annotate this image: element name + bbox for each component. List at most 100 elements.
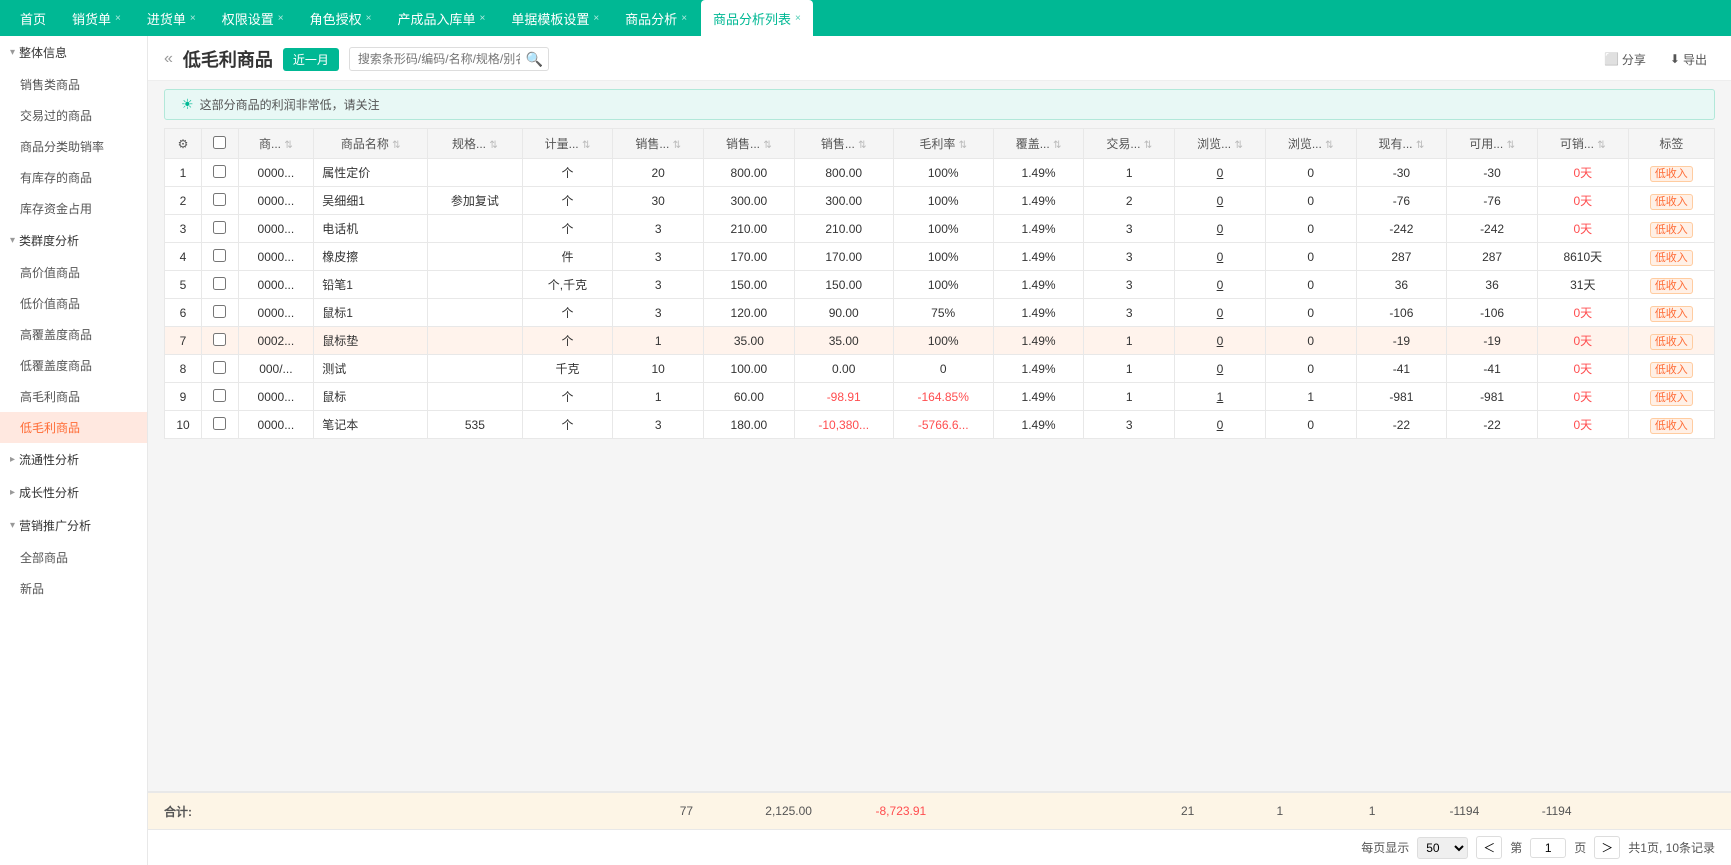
row-checkbox-cell[interactable] bbox=[202, 411, 238, 439]
sidebar-group-liquidity[interactable]: ▸ 流通性分析 bbox=[0, 443, 147, 476]
nav-role-auth-close[interactable]: × bbox=[366, 13, 372, 24]
sidebar-item-low-coverage[interactable]: 低覆盖度商品 bbox=[0, 350, 147, 381]
nav-template-settings-close[interactable]: × bbox=[593, 13, 599, 24]
sidebar-collapse-btn[interactable]: « bbox=[164, 50, 173, 68]
row-checkbox[interactable] bbox=[213, 389, 226, 402]
row-name[interactable]: 橡皮擦 bbox=[314, 243, 428, 271]
row-view1[interactable]: 1 bbox=[1175, 383, 1266, 411]
view1-link[interactable]: 0 bbox=[1217, 250, 1224, 264]
row-name[interactable]: 属性定价 bbox=[314, 159, 428, 187]
row-checkbox-cell[interactable] bbox=[202, 243, 238, 271]
view1-link[interactable]: 0 bbox=[1217, 306, 1224, 320]
row-checkbox-cell[interactable] bbox=[202, 159, 238, 187]
sidebar-item-low-margin[interactable]: 低毛利商品 bbox=[0, 412, 147, 443]
row-checkbox-cell[interactable] bbox=[202, 383, 238, 411]
col-transaction[interactable]: 交易... ⇅ bbox=[1084, 129, 1175, 159]
row-checkbox[interactable] bbox=[213, 221, 226, 234]
row-checkbox-cell[interactable] bbox=[202, 271, 238, 299]
sidebar-item-stock-fund[interactable]: 库存资金占用 bbox=[0, 193, 147, 224]
row-name[interactable]: 鼠标垫 bbox=[314, 327, 428, 355]
row-checkbox[interactable] bbox=[213, 249, 226, 262]
view1-link[interactable]: 0 bbox=[1217, 418, 1224, 432]
row-checkbox[interactable] bbox=[213, 165, 226, 178]
export-button[interactable]: ⬇ 导出 bbox=[1662, 47, 1715, 72]
sidebar-item-low-value[interactable]: 低价值商品 bbox=[0, 288, 147, 319]
row-checkbox[interactable] bbox=[213, 361, 226, 374]
view1-link[interactable]: 1 bbox=[1217, 390, 1224, 404]
nav-product-entry-close[interactable]: × bbox=[479, 13, 485, 24]
nav-product-analysis-list-close[interactable]: × bbox=[795, 13, 801, 24]
sidebar-group-growth[interactable]: ▸ 成长性分析 bbox=[0, 476, 147, 509]
col-sellable[interactable]: 可销... ⇅ bbox=[1537, 129, 1628, 159]
row-view1[interactable]: 0 bbox=[1175, 299, 1266, 327]
row-checkbox[interactable] bbox=[213, 333, 226, 346]
row-view1[interactable]: 0 bbox=[1175, 215, 1266, 243]
sidebar-item-sales-products[interactable]: 销售类商品 bbox=[0, 69, 147, 100]
nav-product-analysis-close[interactable]: × bbox=[681, 13, 687, 24]
col-available[interactable]: 可用... ⇅ bbox=[1447, 129, 1538, 159]
row-view1[interactable]: 0 bbox=[1175, 327, 1266, 355]
row-name[interactable]: 铅笔1 bbox=[314, 271, 428, 299]
col-current[interactable]: 现有... ⇅ bbox=[1356, 129, 1447, 159]
next-page-button[interactable]: ＞ bbox=[1594, 836, 1620, 859]
row-name[interactable]: 测试 bbox=[314, 355, 428, 383]
col-view1[interactable]: 浏览... ⇅ bbox=[1175, 129, 1266, 159]
sidebar-item-high-value[interactable]: 高价值商品 bbox=[0, 257, 147, 288]
col-name[interactable]: 商品名称 ⇅ bbox=[314, 129, 428, 159]
nav-role-auth[interactable]: 角色授权 × bbox=[298, 0, 384, 36]
row-checkbox[interactable] bbox=[213, 417, 226, 430]
nav-product-analysis-list[interactable]: 商品分析列表 × bbox=[701, 0, 813, 36]
time-filter-button[interactable]: 近一月 bbox=[283, 48, 339, 71]
row-name[interactable]: 电话机 bbox=[314, 215, 428, 243]
row-view1[interactable]: 0 bbox=[1175, 411, 1266, 439]
sidebar-item-traded-products[interactable]: 交易过的商品 bbox=[0, 100, 147, 131]
row-checkbox-cell[interactable] bbox=[202, 215, 238, 243]
view1-link[interactable]: 0 bbox=[1217, 278, 1224, 292]
sidebar-item-new-products[interactable]: 新品 bbox=[0, 573, 147, 604]
col-checkbox[interactable] bbox=[202, 129, 238, 159]
row-view1[interactable]: 0 bbox=[1175, 243, 1266, 271]
row-view1[interactable]: 0 bbox=[1175, 271, 1266, 299]
row-name[interactable]: 吴细细1 bbox=[314, 187, 428, 215]
nav-sales-order[interactable]: 销货单 × bbox=[60, 0, 133, 36]
col-sales-count[interactable]: 销售... ⇅ bbox=[613, 129, 704, 159]
nav-template-settings[interactable]: 单据模板设置 × bbox=[499, 0, 611, 36]
nav-purchase-order[interactable]: 进货单 × bbox=[135, 0, 208, 36]
view1-link[interactable]: 0 bbox=[1217, 222, 1224, 236]
select-all-checkbox[interactable] bbox=[213, 136, 226, 149]
sidebar-item-category-sales-rate[interactable]: 商品分类助销率 bbox=[0, 131, 147, 162]
sidebar-group-marketing[interactable]: ▾ 营销推广分析 bbox=[0, 509, 147, 542]
search-button[interactable]: 🔍 bbox=[525, 51, 542, 68]
sidebar-item-all-products[interactable]: 全部商品 bbox=[0, 542, 147, 573]
col-code[interactable]: 商... ⇅ bbox=[238, 129, 314, 159]
col-coverage[interactable]: 覆盖... ⇅ bbox=[993, 129, 1084, 159]
sidebar-item-high-coverage[interactable]: 高覆盖度商品 bbox=[0, 319, 147, 350]
row-checkbox-cell[interactable] bbox=[202, 327, 238, 355]
row-checkbox[interactable] bbox=[213, 193, 226, 206]
prev-page-button[interactable]: ＜ bbox=[1476, 836, 1502, 859]
view1-link[interactable]: 0 bbox=[1217, 194, 1224, 208]
row-checkbox[interactable] bbox=[213, 305, 226, 318]
row-checkbox[interactable] bbox=[213, 277, 226, 290]
nav-product-analysis[interactable]: 商品分析 × bbox=[613, 0, 699, 36]
row-name[interactable]: 鼠标 bbox=[314, 383, 428, 411]
col-unit[interactable]: 计量... ⇅ bbox=[522, 129, 613, 159]
page-num-input[interactable] bbox=[1530, 838, 1566, 858]
row-checkbox-cell[interactable] bbox=[202, 299, 238, 327]
sidebar-group-overall[interactable]: ▾ 整体信息 bbox=[0, 36, 147, 69]
row-checkbox-cell[interactable] bbox=[202, 355, 238, 383]
col-gross-margin[interactable]: 毛利率 ⇅ bbox=[893, 129, 993, 159]
col-view2[interactable]: 浏览... ⇅ bbox=[1265, 129, 1356, 159]
nav-product-entry[interactable]: 产成品入库单 × bbox=[385, 0, 497, 36]
share-button[interactable]: ⬜ 分享 bbox=[1596, 47, 1654, 72]
sidebar-item-in-stock-products[interactable]: 有库存的商品 bbox=[0, 162, 147, 193]
col-sales-profit[interactable]: 销售... ⇅ bbox=[794, 129, 893, 159]
row-name[interactable]: 笔记本 bbox=[314, 411, 428, 439]
page-size-select[interactable]: 50 100 200 bbox=[1417, 837, 1468, 859]
view1-link[interactable]: 0 bbox=[1217, 334, 1224, 348]
col-spec[interactable]: 规格... ⇅ bbox=[428, 129, 522, 159]
row-view1[interactable]: 0 bbox=[1175, 355, 1266, 383]
row-checkbox-cell[interactable] bbox=[202, 187, 238, 215]
sidebar-group-cluster[interactable]: ▾ 类群度分析 bbox=[0, 224, 147, 257]
nav-permissions-close[interactable]: × bbox=[278, 13, 284, 24]
